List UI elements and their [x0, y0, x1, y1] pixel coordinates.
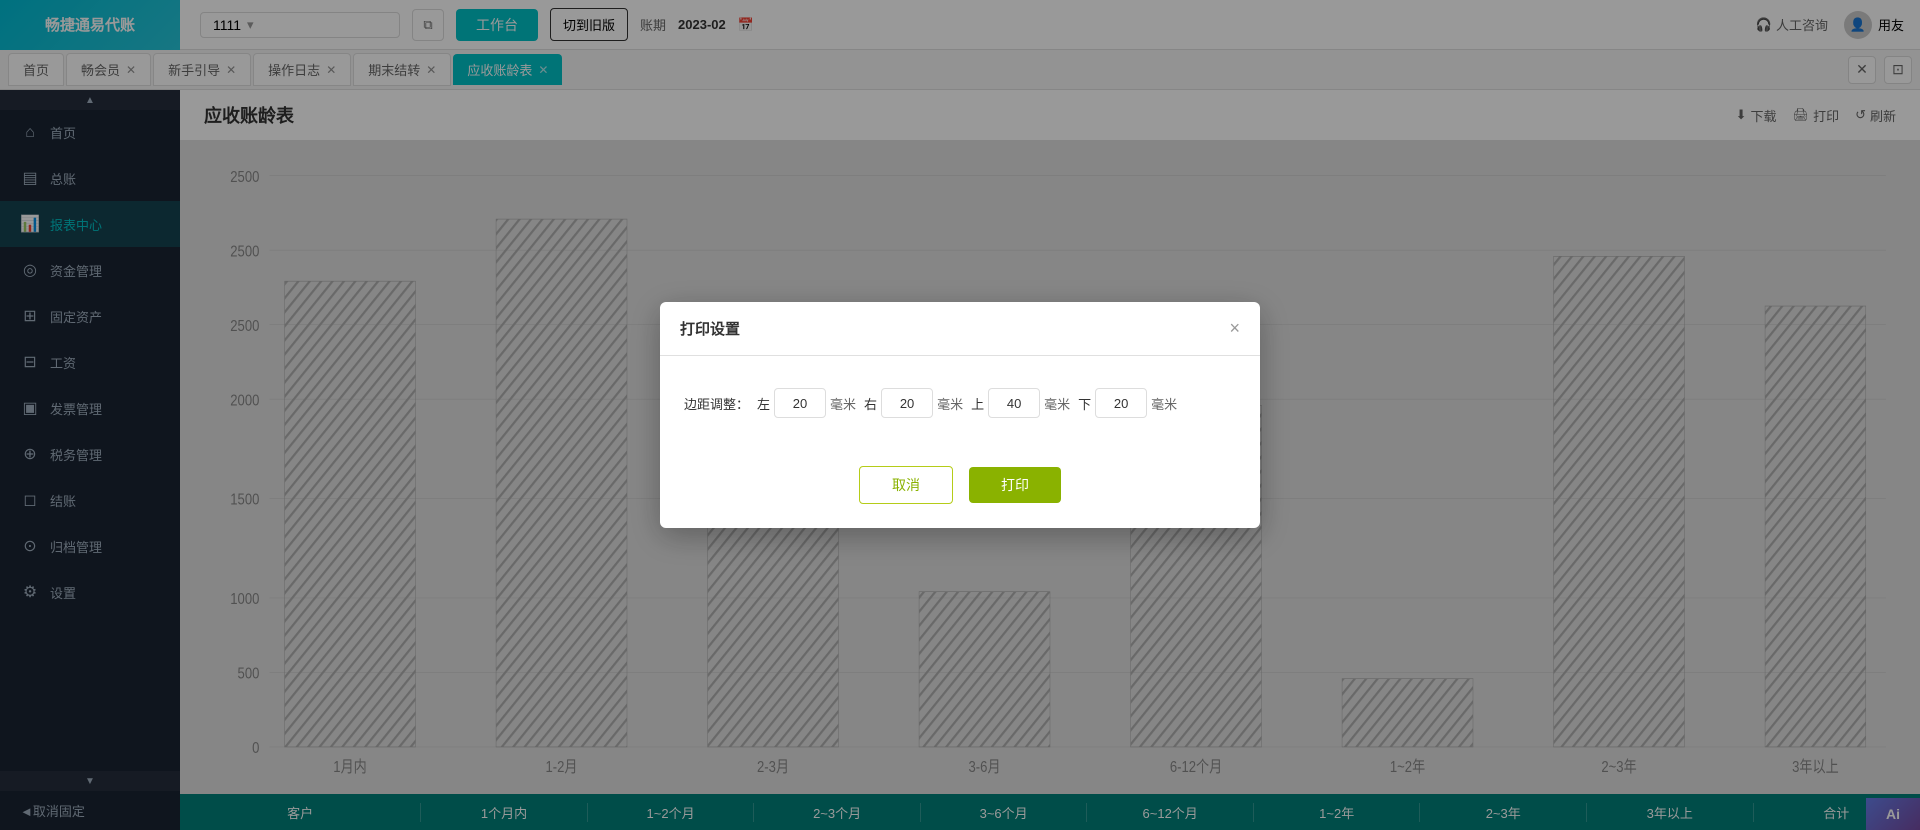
dialog-header: 打印设置 ×	[660, 302, 1260, 356]
right-label: 右	[864, 394, 877, 413]
cancel-button[interactable]: 取消	[859, 466, 953, 504]
margin-left-group: 左 毫米	[757, 388, 856, 418]
top-label: 上	[971, 394, 984, 413]
dialog-footer: 取消 打印	[660, 450, 1260, 528]
top-input[interactable]	[988, 388, 1040, 418]
right-unit: 毫米	[937, 394, 963, 413]
print-confirm-button[interactable]: 打印	[969, 467, 1061, 503]
dialog-close-button[interactable]: ×	[1229, 318, 1240, 339]
left-label: 左	[757, 394, 770, 413]
bottom-unit: 毫米	[1151, 394, 1177, 413]
dialog-body: 边距调整： 左 毫米 右 毫米 上 毫米 下	[660, 356, 1260, 450]
right-input[interactable]	[881, 388, 933, 418]
print-settings-dialog: 打印设置 × 边距调整： 左 毫米 右 毫米 上 毫米	[660, 302, 1260, 528]
margin-bottom-group: 下 毫米	[1078, 388, 1177, 418]
bottom-margin-label: 下	[1078, 394, 1091, 413]
margin-right-group: 右 毫米	[864, 388, 963, 418]
margin-top-group: 上 毫米	[971, 388, 1070, 418]
margin-label: 边距调整：	[684, 394, 749, 413]
left-input[interactable]	[774, 388, 826, 418]
dialog-title: 打印设置	[680, 318, 740, 339]
top-unit: 毫米	[1044, 394, 1070, 413]
margin-row: 边距调整： 左 毫米 右 毫米 上 毫米 下	[684, 388, 1236, 418]
left-unit: 毫米	[830, 394, 856, 413]
bottom-input[interactable]	[1095, 388, 1147, 418]
dialog-overlay: 打印设置 × 边距调整： 左 毫米 右 毫米 上 毫米	[0, 0, 1920, 830]
